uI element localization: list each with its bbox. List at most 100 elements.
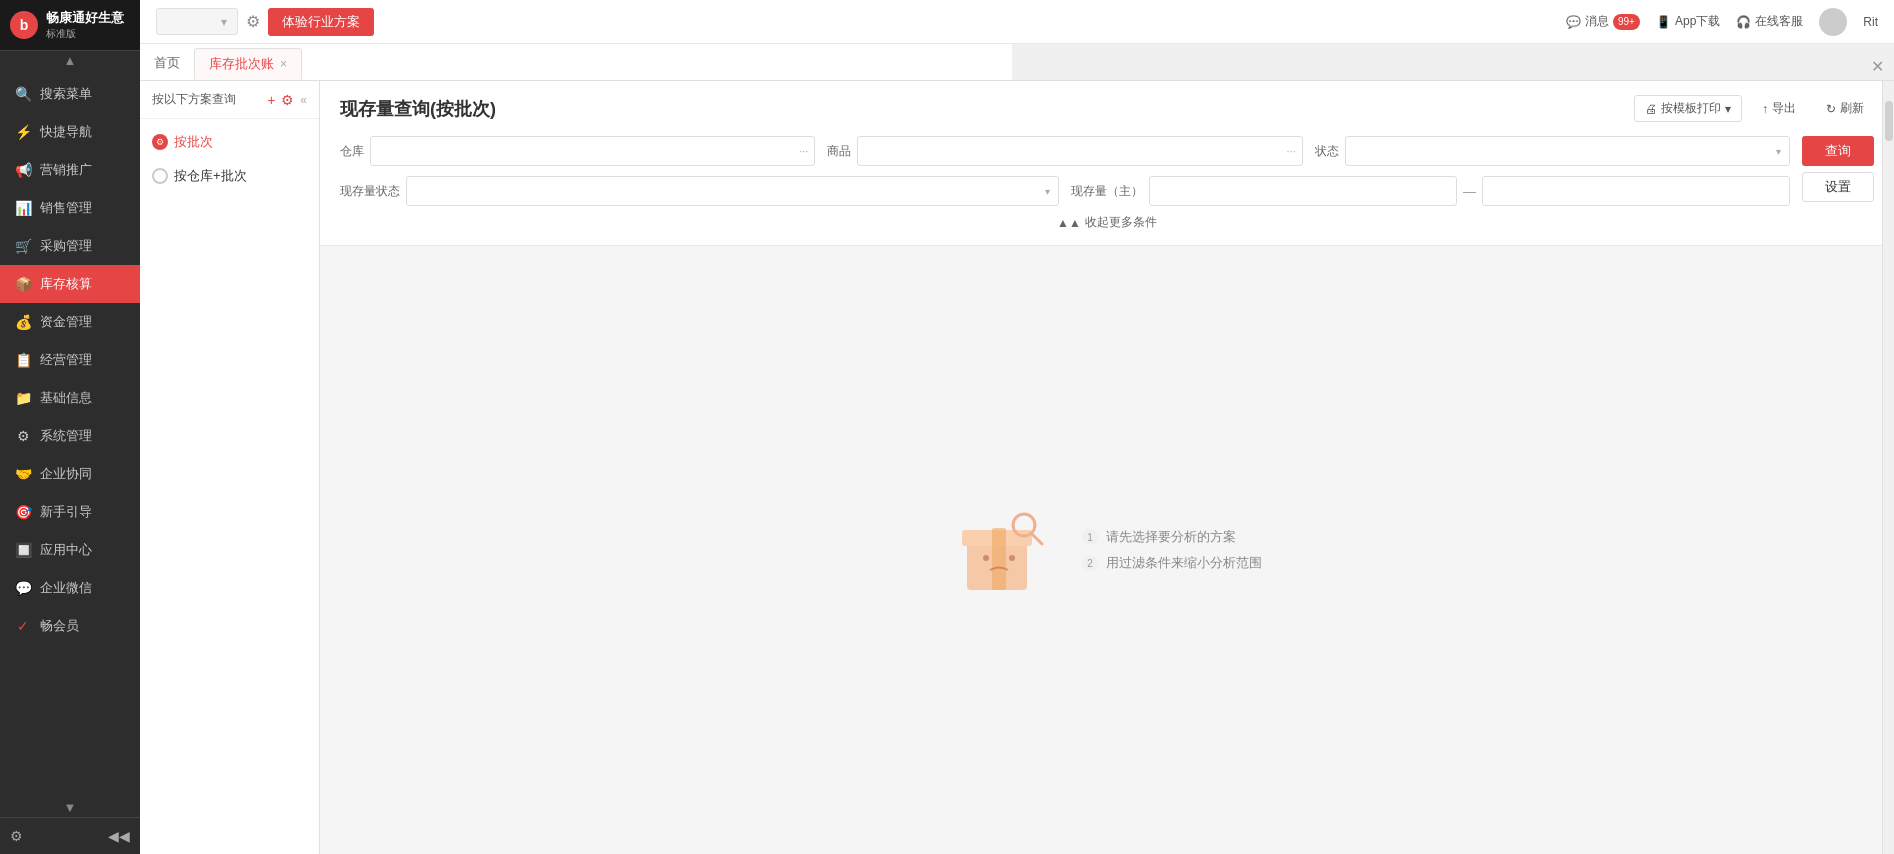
close-all-tabs-icon[interactable]: ✕: [1871, 57, 1884, 80]
avatar[interactable]: [1819, 8, 1847, 36]
refresh-icon: ↻: [1826, 102, 1836, 116]
sidebar-label-enterprise: 企业协同: [40, 465, 92, 483]
sidebar-item-inventory[interactable]: 📦 库存核算: [0, 265, 140, 303]
scheme-item-by-batch[interactable]: ⚙ 按批次: [140, 125, 319, 159]
settings-button[interactable]: 设置: [1802, 172, 1874, 202]
add-scheme-icon[interactable]: +: [267, 92, 275, 108]
basic-icon: 📁: [14, 389, 32, 407]
product-input-group[interactable]: ···: [857, 136, 1302, 166]
filter-panel-header: 按以下方案查询 + ⚙ «: [140, 81, 319, 119]
sidebar-item-enterprise[interactable]: 🤝 企业协同: [0, 455, 140, 493]
empty-tip-2: 2 用过滤条件来缩小分析范围: [1082, 554, 1262, 572]
warehouse-more-icon[interactable]: ···: [799, 145, 808, 157]
tip-2-text: 用过滤条件来缩小分析范围: [1106, 554, 1262, 572]
page-title-row: 现存量查询(按批次) 🖨 按模板打印 ▾ ↑ 导出 ↻: [340, 95, 1874, 122]
product-more-icon[interactable]: ···: [1286, 145, 1295, 157]
sidebar-scroll-up[interactable]: ▲: [0, 51, 140, 71]
tab-home[interactable]: 首页: [140, 48, 194, 80]
scheme-label-by-batch: 按批次: [174, 133, 213, 151]
print-btn-label: 按模板打印: [1661, 100, 1721, 117]
sidebar-label-wechat: 企业微信: [40, 579, 92, 597]
stock-qty-min-input[interactable]: [1149, 176, 1457, 206]
sidebar-label-operation: 经营管理: [40, 351, 92, 369]
right-scrollbar[interactable]: [1882, 81, 1894, 854]
newbie-icon: 🎯: [14, 503, 32, 521]
product-input[interactable]: [864, 144, 1282, 158]
system-icon: ⚙: [14, 427, 32, 445]
product-filter: 商品 ···: [827, 136, 1302, 166]
sidebar-item-purchase[interactable]: 🛒 采购管理: [0, 227, 140, 265]
svg-line-6: [1032, 534, 1042, 544]
phone-icon: 📱: [1656, 15, 1671, 29]
scheme-settings-icon[interactable]: ⚙: [281, 92, 294, 108]
sidebar-item-marketing[interactable]: 📢 营销推广: [0, 151, 140, 189]
warehouse-label: 仓库: [340, 143, 364, 160]
footer-settings-icon[interactable]: ⚙: [10, 828, 23, 844]
sidebar-label-inventory: 库存核算: [40, 275, 92, 293]
sidebar-item-system[interactable]: ⚙ 系统管理: [0, 417, 140, 455]
tab-close-icon[interactable]: ×: [280, 58, 287, 70]
empty-tip-1: 1 请先选择要分析的方案: [1082, 528, 1262, 546]
sidebar-item-newbie[interactable]: 🎯 新手引导: [0, 493, 140, 531]
sidebar-nav: 🔍 搜索菜单 ⚡ 快捷导航 📢 营销推广 📊 销售管理 🛒 采购管理 📦 库存核…: [0, 71, 140, 797]
page-title: 现存量查询(按批次): [340, 97, 496, 121]
filter-panel-icons: + ⚙ «: [267, 92, 307, 108]
messages-button[interactable]: 💬 消息 99+: [1566, 13, 1640, 30]
topbar-settings-icon[interactable]: ⚙: [246, 12, 260, 31]
warehouse-input[interactable]: [377, 144, 795, 158]
warehouse-input-group[interactable]: ···: [370, 136, 815, 166]
app-download-button[interactable]: 📱 App下载: [1656, 13, 1720, 30]
stock-status-label: 现存量状态: [340, 183, 400, 200]
empty-illustration: [952, 500, 1052, 600]
quicknav-icon: ⚡: [14, 123, 32, 141]
scheme-label-by-warehouse-batch: 按仓库+批次: [174, 167, 247, 185]
panel-collapse-icon[interactable]: «: [300, 93, 307, 107]
stock-status-dropdown[interactable]: ▾: [406, 176, 1059, 206]
sidebar-footer: ⚙ ◀◀: [0, 817, 140, 854]
tab-bar-right: ✕: [1012, 44, 1894, 80]
collapse-chevron-up: ▲▲: [1057, 216, 1081, 230]
scrollbar-thumb[interactable]: [1885, 101, 1893, 141]
tab-inventory-batch[interactable]: 库存批次账 ×: [194, 48, 302, 80]
collapse-conditions-link[interactable]: ▲▲ 收起更多条件: [340, 214, 1874, 231]
print-chevron-icon: ▾: [1725, 102, 1731, 116]
app-logo: b: [10, 11, 38, 39]
headset-icon: 🎧: [1736, 15, 1751, 29]
sidebar-item-sales[interactable]: 📊 销售管理: [0, 189, 140, 227]
sidebar-item-finance[interactable]: 💰 资金管理: [0, 303, 140, 341]
sidebar-item-operation[interactable]: 📋 经营管理: [0, 341, 140, 379]
trial-button[interactable]: 体验行业方案: [268, 8, 374, 36]
export-label: 导出: [1772, 100, 1796, 117]
sales-icon: 📊: [14, 199, 32, 217]
export-button[interactable]: ↑ 导出: [1752, 96, 1806, 121]
online-service-button[interactable]: 🎧 在线客服: [1736, 13, 1803, 30]
print-button[interactable]: 🖨 按模板打印 ▾: [1634, 95, 1742, 122]
sidebar-label-member: 畅会员: [40, 617, 79, 635]
sidebar-item-basic[interactable]: 📁 基础信息: [0, 379, 140, 417]
sidebar-item-member[interactable]: ✓ 畅会员: [0, 607, 140, 645]
status-chevron: ▾: [1776, 146, 1781, 157]
scheme-item-by-warehouse-batch[interactable]: 按仓库+批次: [140, 159, 319, 193]
username-label[interactable]: Rit: [1863, 15, 1878, 29]
refresh-button[interactable]: ↻ 刷新: [1816, 96, 1874, 121]
online-service-label: 在线客服: [1755, 13, 1803, 30]
breadcrumb[interactable]: ▾: [156, 8, 238, 35]
appstore-icon: 🔲: [14, 541, 32, 559]
sidebar-scroll-down[interactable]: ▼: [0, 797, 140, 817]
sidebar-item-appstore[interactable]: 🔲 应用中心: [0, 531, 140, 569]
stock-qty-max-input[interactable]: [1482, 176, 1790, 206]
sidebar-item-wechat[interactable]: 💬 企业微信: [0, 569, 140, 607]
sidebar-item-search[interactable]: 🔍 搜索菜单: [0, 75, 140, 113]
tip-1-num: 1: [1082, 529, 1098, 545]
page-title-actions: 🖨 按模板打印 ▾ ↑ 导出 ↻ 刷新: [1634, 95, 1874, 122]
sidebar-item-quicknav[interactable]: ⚡ 快捷导航: [0, 113, 140, 151]
status-dropdown[interactable]: ▾: [1345, 136, 1790, 166]
empty-state: 1 请先选择要分析的方案 2 用过滤条件来缩小分析范围: [320, 246, 1894, 854]
topbar-right: 💬 消息 99+ 📱 App下载 🎧 在线客服 Rit: [1566, 8, 1878, 36]
stock-qty-dash: —: [1463, 184, 1476, 199]
tip-2-num: 2: [1082, 555, 1098, 571]
app-download-label: App下载: [1675, 13, 1720, 30]
operation-icon: 📋: [14, 351, 32, 369]
query-button[interactable]: 查询: [1802, 136, 1874, 166]
footer-collapse-icon[interactable]: ◀◀: [108, 828, 130, 844]
